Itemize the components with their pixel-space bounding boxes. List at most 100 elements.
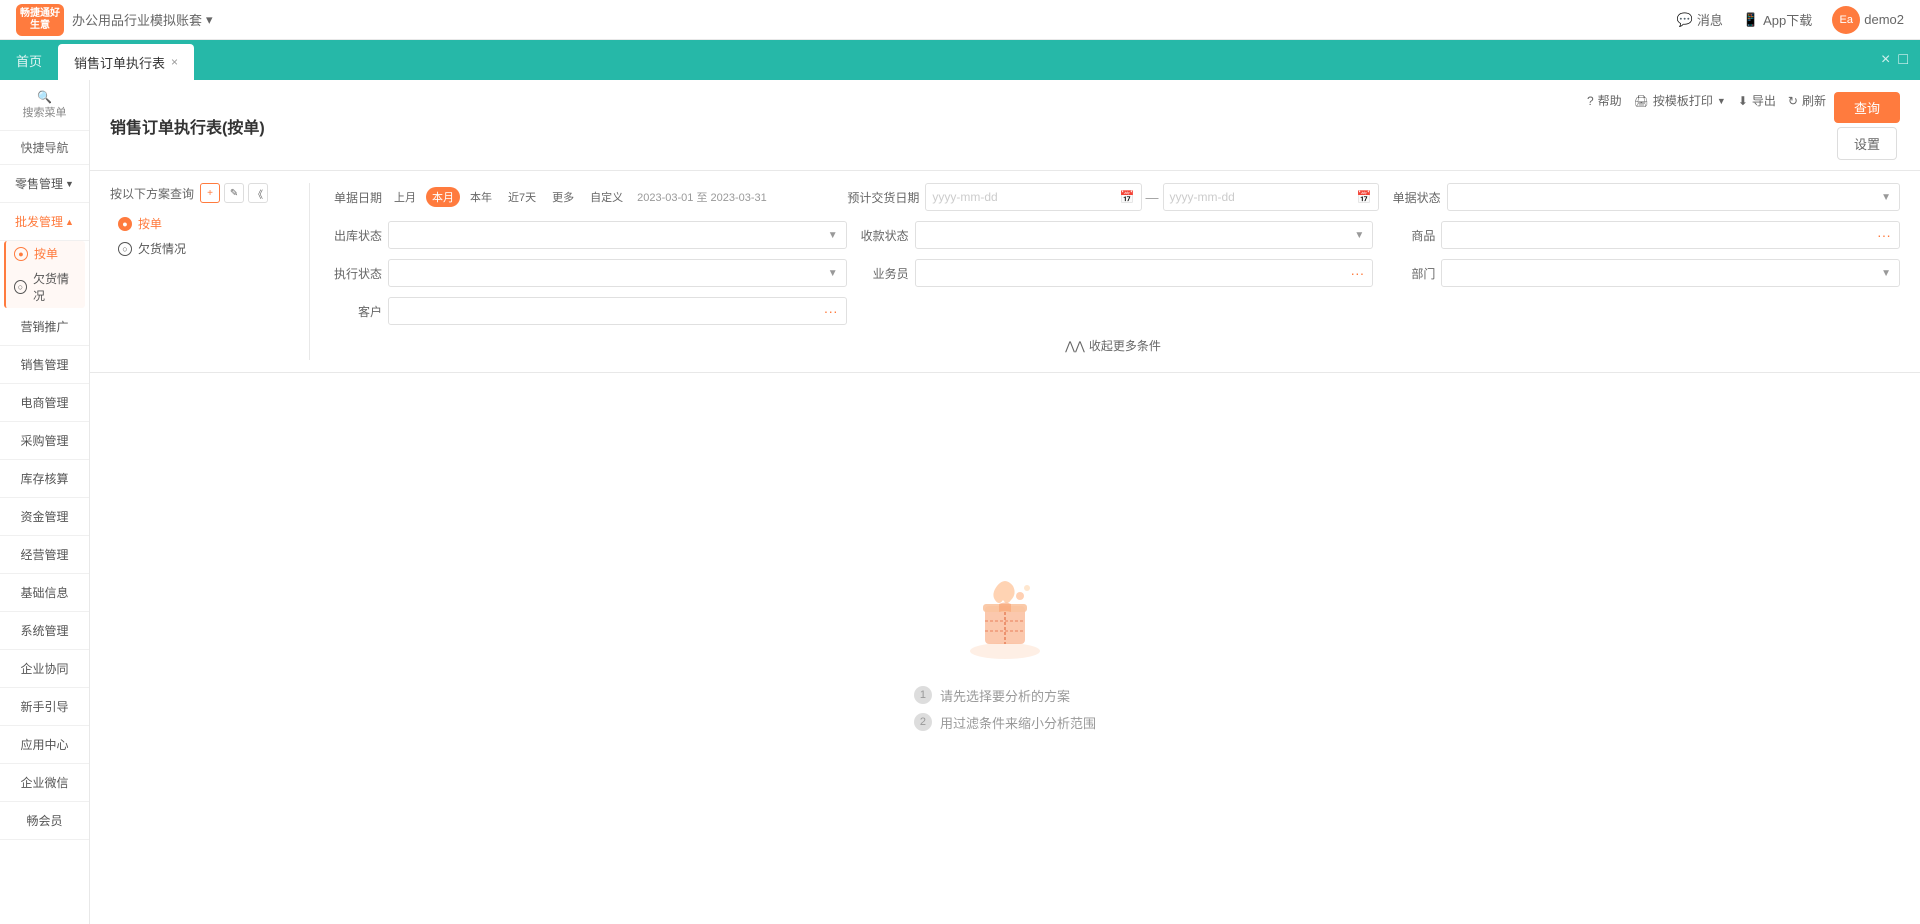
refresh-btn[interactable]: ↻ 刷新	[1788, 92, 1826, 109]
sidebar-search[interactable]: 🔍 搜索菜单	[0, 80, 89, 131]
phone-icon: 📱	[1743, 12, 1759, 28]
last7-btn[interactable]: 近7天	[502, 187, 542, 207]
message-btn[interactable]: 💬 消息	[1677, 10, 1723, 29]
salesman-label: 业务员	[853, 265, 909, 282]
user-profile[interactable]: Ea demo2	[1832, 6, 1904, 34]
edit-scheme-btn[interactable]: ✎	[224, 183, 244, 203]
biz-arrow-icon: ▾	[206, 12, 213, 28]
search-icon: 🔍	[37, 90, 52, 104]
expected-date-start[interactable]: yyyy-mm-dd 📅	[925, 183, 1141, 211]
filter-option-欠货[interactable]: ○ 欠货情况	[110, 236, 297, 261]
add-icon: +	[207, 188, 213, 199]
collapse-panel-btn[interactable]: 《	[248, 183, 268, 203]
print-btn[interactable]: 🖨 按模板打印 ▼	[1634, 92, 1726, 109]
exec-status-select[interactable]: ▼	[388, 259, 847, 287]
tab-home[interactable]: 首页	[0, 40, 58, 80]
order-status-label: 单据状态	[1385, 189, 1441, 206]
window-restore-icon[interactable]: □	[1898, 51, 1908, 69]
custom-date-btn[interactable]: 自定义	[584, 187, 629, 207]
settings-button[interactable]: 设置	[1837, 127, 1897, 160]
customer-input[interactable]: ···	[388, 297, 847, 325]
order-status-arrow: ▼	[1881, 192, 1891, 203]
sidebar-item-retail[interactable]: 零售管理 ▼	[0, 165, 89, 203]
option-欠货-label: 欠货情况	[138, 240, 186, 257]
goods-input[interactable]: ···	[1441, 221, 1900, 249]
customer-label: 客户	[326, 303, 382, 320]
sidebar-item-marketing[interactable]: 营销推广	[0, 308, 89, 346]
more-date-btn[interactable]: 更多	[546, 187, 580, 207]
sidebar-sub-按单[interactable]: ● 按单	[6, 241, 85, 266]
biz-selector[interactable]: 办公用品行业模拟账套 ▾	[72, 10, 213, 29]
export-btn[interactable]: ⬇ 导出	[1738, 92, 1776, 109]
collect-status-label: 收款状态	[853, 227, 909, 244]
last-month-btn[interactable]: 上月	[388, 187, 422, 207]
sidebar-item-system[interactable]: 系统管理	[0, 612, 89, 650]
help-btn[interactable]: ? 帮助	[1587, 92, 1622, 109]
sidebar-item-basic[interactable]: 基础信息	[0, 574, 89, 612]
sidebar-item-purchase[interactable]: 采购管理	[0, 422, 89, 460]
quick-nav-label: 快捷导航	[20, 141, 68, 155]
out-status-select[interactable]: ▼	[388, 221, 847, 249]
tab-close-icon[interactable]: ×	[171, 55, 178, 69]
sidebar-item-newbie[interactable]: 新手引导	[0, 688, 89, 726]
sidebar-label-sales: 销售管理	[20, 358, 68, 372]
tip-2-num: 2	[914, 713, 932, 731]
sidebar-item-operation[interactable]: 经营管理	[0, 536, 89, 574]
salesman-input[interactable]: ···	[915, 259, 1374, 287]
sidebar-item-enterprise[interactable]: 企业协同	[0, 650, 89, 688]
collapse-btn[interactable]: ⋀⋀ 收起更多条件	[326, 331, 1900, 360]
salesman-more-icon[interactable]: ···	[1350, 265, 1364, 281]
help-label: 帮助	[1598, 92, 1622, 109]
logo: 畅捷通好生意	[16, 4, 64, 36]
sidebar-item-member[interactable]: 畅会员	[0, 802, 89, 840]
filter-area: 按以下方案查询 + ✎ 《	[90, 171, 1920, 373]
sidebar-item-finance[interactable]: 资金管理	[0, 498, 89, 536]
goods-more-icon[interactable]: ···	[1877, 227, 1891, 243]
tab-active[interactable]: 销售订单执行表 ×	[58, 44, 194, 80]
end-date-placeholder: yyyy-mm-dd	[1170, 190, 1235, 204]
sidebar-item-ecommerce[interactable]: 电商管理	[0, 384, 89, 422]
option-欠货-radio: ○	[118, 242, 132, 256]
customer-more-icon[interactable]: ···	[824, 303, 838, 319]
sidebar-search-label: 搜索菜单	[8, 104, 81, 120]
sub-按单-icon: ●	[14, 247, 28, 261]
print-icon: 🖨	[1634, 94, 1649, 108]
this-month-btn[interactable]: 本月	[426, 187, 460, 207]
order-status-select[interactable]: ▼	[1447, 183, 1900, 211]
start-cal-icon: 📅	[1120, 190, 1135, 204]
filter-option-按单[interactable]: ● 按单	[110, 211, 297, 236]
collect-status-select[interactable]: ▼	[915, 221, 1374, 249]
tip-1-num: 1	[914, 686, 932, 704]
expected-date-end[interactable]: yyyy-mm-dd 📅	[1163, 183, 1379, 211]
avatar: Ea	[1832, 6, 1860, 34]
filter-panel-title: 按以下方案查询	[110, 185, 194, 202]
sidebar-label-operation: 经营管理	[20, 548, 68, 562]
app-download-btn[interactable]: 📱 App下载	[1743, 10, 1812, 29]
sidebar-item-inventory[interactable]: 库存核算	[0, 460, 89, 498]
collapse-icon: 《	[253, 186, 263, 201]
sidebar-sub-欠货[interactable]: ○ 欠货情况	[6, 266, 85, 308]
logo-text: 畅捷通好生意	[16, 8, 64, 32]
query-button[interactable]: 查询	[1834, 92, 1900, 123]
filter-right-panel: 单据日期 上月 本月 本年 近7天 更多 自定义 2023-03-01 至 20…	[310, 183, 1900, 360]
date-range-text: 2023-03-01 至 2023-03-31	[637, 189, 767, 205]
sidebar-quick-nav[interactable]: 快捷导航	[0, 131, 89, 165]
sidebar-item-wholesale[interactable]: 批发管理 ▲	[0, 203, 89, 241]
add-scheme-btn[interactable]: +	[200, 183, 220, 203]
help-icon: ?	[1587, 94, 1594, 108]
sidebar-item-sales[interactable]: 销售管理	[0, 346, 89, 384]
sidebar-item-wechat[interactable]: 企业微信	[0, 764, 89, 802]
sidebar-label-apps: 应用中心	[20, 738, 68, 752]
date-filter-group: 上月 本月 本年 近7天 更多 自定义 2023-03-01 至 2023-03…	[388, 187, 841, 207]
exec-status-label: 执行状态	[326, 265, 382, 282]
dept-select[interactable]: ▼	[1441, 259, 1900, 287]
sidebar-label-member: 畅会员	[26, 814, 62, 828]
sub-按单-label: 按单	[34, 245, 58, 262]
empty-state: 1 请先选择要分析的方案 2 用过滤条件来缩小分析范围	[90, 373, 1920, 924]
this-year-btn[interactable]: 本年	[464, 187, 498, 207]
sub-欠货-label: 欠货情况	[33, 270, 77, 304]
end-cal-icon: 📅	[1357, 190, 1372, 204]
sidebar-item-apps[interactable]: 应用中心	[0, 726, 89, 764]
window-close-icon[interactable]: ×	[1881, 51, 1890, 69]
edit-icon: ✎	[230, 188, 238, 199]
